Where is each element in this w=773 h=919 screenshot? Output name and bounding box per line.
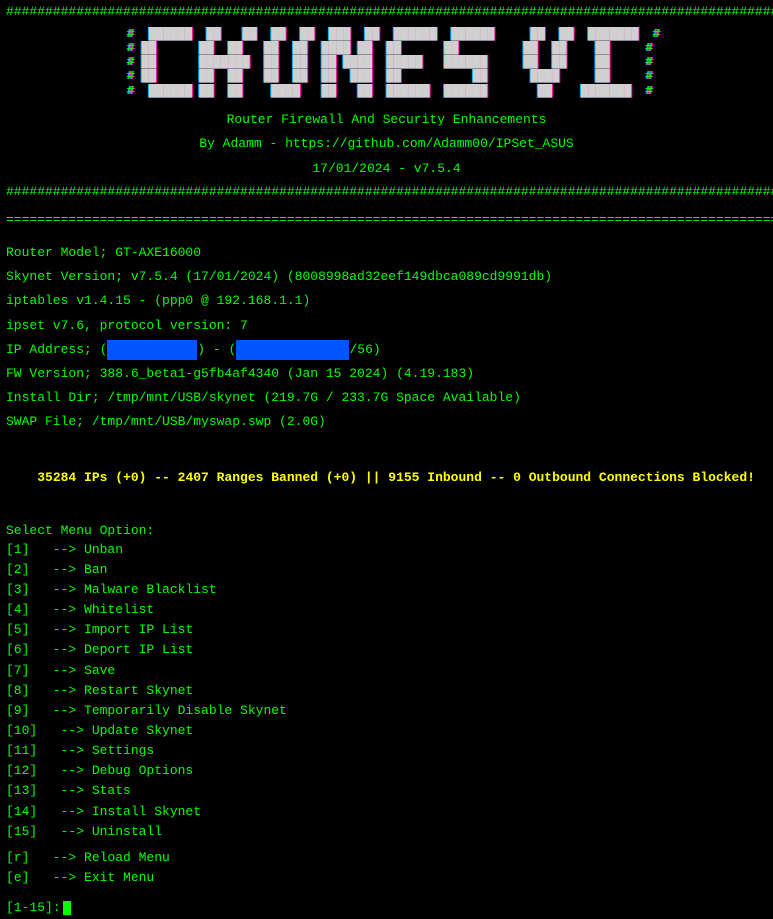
prompt-text: [1-15]: <box>6 900 61 915</box>
ipset-version: ipset v7.6, protocol version: 7 <box>6 316 767 336</box>
banner-frame: # ██████ ██ ██ ██ ██ ███ ██ ██████ █████… <box>6 21 767 184</box>
skynet-version: Skynet Version; v7.5.4 (17/01/2024) (800… <box>6 267 767 287</box>
ip-address-line: IP Address; ( ) - ( /56) <box>6 340 767 360</box>
menu-item: [14] --> Install Skynet <box>6 802 767 822</box>
ip-label: IP Address; ( <box>6 340 107 360</box>
fw-version: FW Version; 388.6_beta1-g5fb4af4340 (Jan… <box>6 364 767 384</box>
menu-item: [1] --> Unban <box>6 540 767 560</box>
subtitle-line2: By Adamm - https://github.com/Adamm00/IP… <box>6 134 767 155</box>
subtitle-line1: Router Firewall And Security Enhancement… <box>6 110 767 131</box>
prompt-line[interactable]: [1-15]: <box>6 900 767 915</box>
divider-top: ========================================… <box>6 211 767 229</box>
menu-list: [1] --> Unban[2] --> Ban[3] --> Malware … <box>6 540 767 842</box>
menu-item: [11] --> Settings <box>6 741 767 761</box>
ip-mid: ) - ( <box>197 340 236 360</box>
menu-item: [6] --> Deport IP List <box>6 640 767 660</box>
router-model: Router Model; GT-AXE16000 <box>6 243 767 263</box>
ip-hidden <box>107 340 197 360</box>
ip-hidden2 <box>236 340 349 360</box>
status-text: 35284 IPs (+0) -- 2407 Ranges Banned (+0… <box>37 470 755 485</box>
menu-item: [9] --> Temporarily Disable Skynet <box>6 701 767 721</box>
menu-item: [13] --> Stats <box>6 781 767 801</box>
info-block: Router Model; GT-AXE16000 Skynet Version… <box>6 243 767 432</box>
menu-item: [2] --> Ban <box>6 560 767 580</box>
swap-file: SWAP File; /tmp/mnt/USB/myswap.swp (2.0G… <box>6 412 767 432</box>
extra-menu-list: [r] --> Reload Menu[e] --> Exit Menu <box>6 848 767 888</box>
bottom-border: ########################################… <box>6 184 767 201</box>
menu-item: [12] --> Debug Options <box>6 761 767 781</box>
logo-art: # ██████ ██ ██ ██ ██ ███ ██ ██████ █████… <box>113 27 660 98</box>
menu-title: Select Menu Option: <box>6 523 767 538</box>
menu-item: [7] --> Save <box>6 661 767 681</box>
top-border: ########################################… <box>6 4 767 21</box>
extra-menu-item: [r] --> Reload Menu <box>6 848 767 868</box>
menu-item: [15] --> Uninstall <box>6 822 767 842</box>
install-dir: Install Dir; /tmp/mnt/USB/skynet (219.7G… <box>6 388 767 408</box>
iptables-version: iptables v1.4.15 - (ppp0 @ 192.168.1.1) <box>6 291 767 311</box>
menu-item: [4] --> Whitelist <box>6 600 767 620</box>
menu-item: [10] --> Update Skynet <box>6 721 767 741</box>
subtitle-line3: 17/01/2024 - v7.5.4 <box>6 159 767 180</box>
menu-item: [8] --> Restart Skynet <box>6 681 767 701</box>
terminal: ########################################… <box>0 0 773 919</box>
status-line: 35284 IPs (+0) -- 2407 Ranges Banned (+0… <box>6 448 767 507</box>
ip-end: /56) <box>349 340 380 360</box>
menu-item: [3] --> Malware Blacklist <box>6 580 767 600</box>
menu-item: [5] --> Import IP List <box>6 620 767 640</box>
cursor-block <box>63 901 71 915</box>
extra-menu-item: [e] --> Exit Menu <box>6 868 767 888</box>
